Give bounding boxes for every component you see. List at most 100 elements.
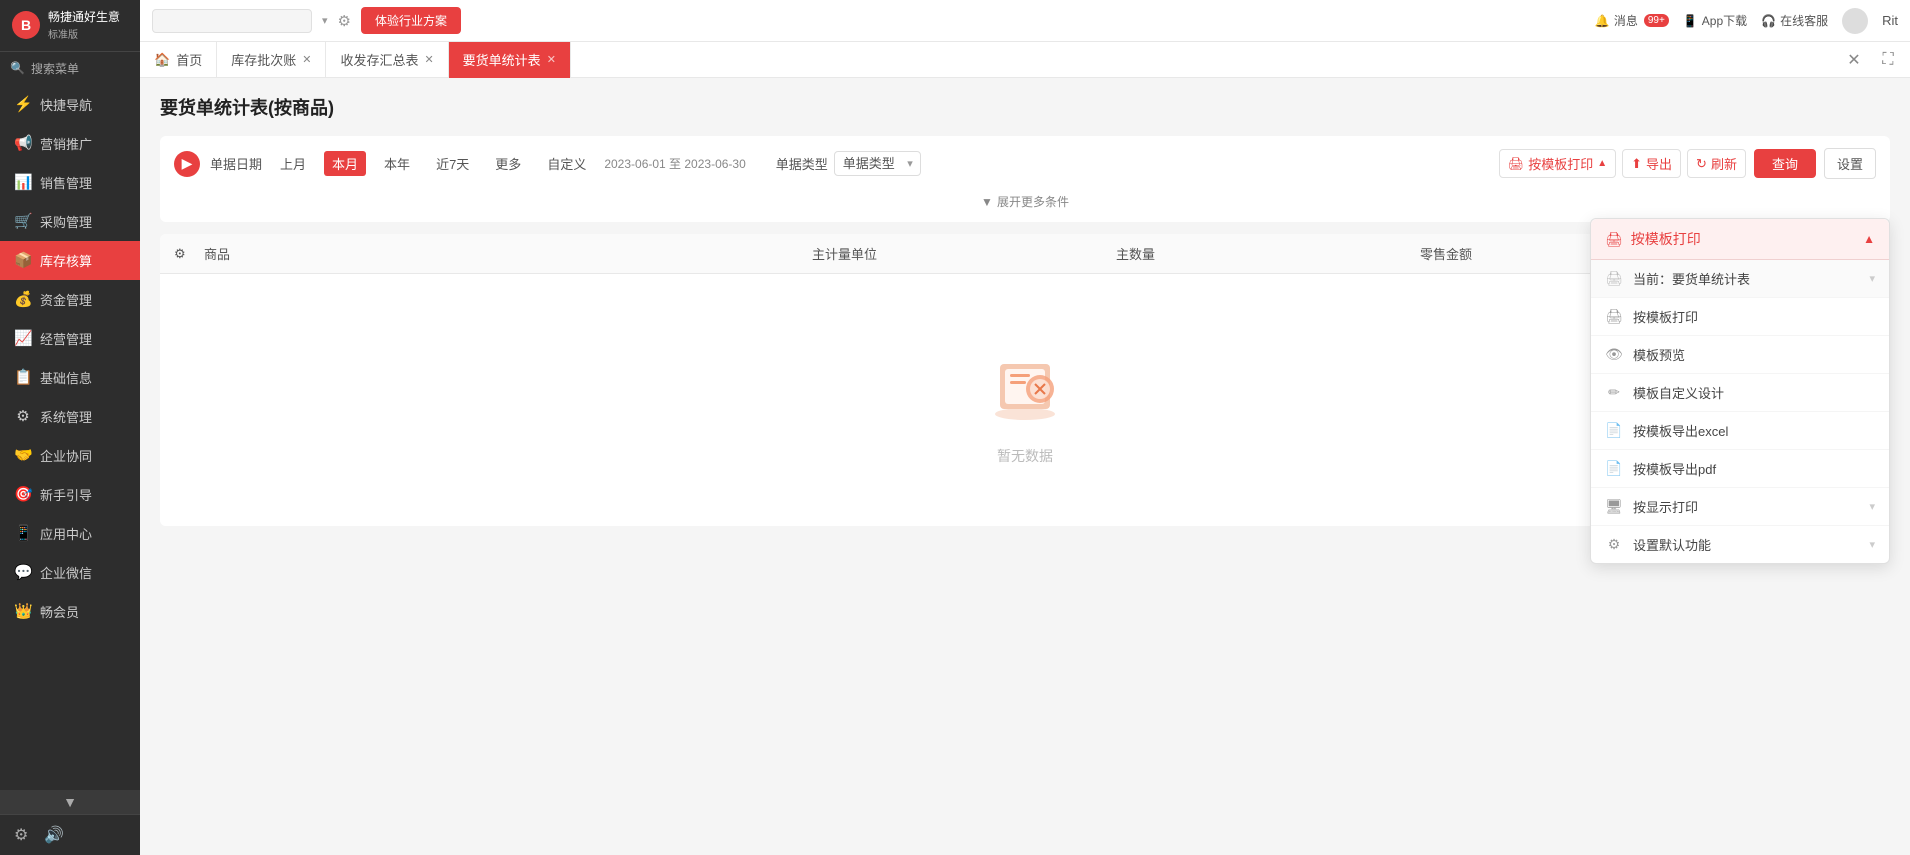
sidebar-item-wechat[interactable]: 💬 企业微信: [0, 553, 140, 592]
sidebar-scroll-down[interactable]: ▼: [0, 790, 140, 814]
export-excel-icon: 📄: [1605, 422, 1623, 439]
print-template-preview-item[interactable]: 👁 模板预览: [1591, 336, 1889, 374]
mobile-icon: 📱: [1683, 14, 1698, 28]
settings-col-icon[interactable]: ⚙: [174, 246, 186, 261]
filter-date-custom[interactable]: 自定义: [539, 151, 594, 176]
refresh-icon: ↻: [1696, 156, 1707, 172]
sidebar-item-label: 畅会员: [40, 602, 79, 621]
sidebar-settings-icon[interactable]: ⚙: [14, 825, 28, 845]
tabs-bar: 🏠 首页 库存批次账 ✕ 收发存汇总表 ✕ 要货单统计表 ✕ ✕ ⛶: [140, 42, 1910, 78]
trial-btn[interactable]: 体验行业方案: [361, 7, 461, 34]
purchase-icon: 🛒: [14, 212, 32, 230]
app-download-btn[interactable]: 📱 App下载: [1683, 12, 1747, 29]
tab-home[interactable]: 🏠 首页: [140, 42, 217, 78]
sidebar-item-finance[interactable]: 💰 资金管理: [0, 280, 140, 319]
sidebar-item-basic[interactable]: 📋 基础信息: [0, 358, 140, 397]
filter-date-7days[interactable]: 近7天: [428, 151, 477, 176]
sidebar-item-newuser[interactable]: 🎯 新手引导: [0, 475, 140, 514]
print-default-settings-item[interactable]: ⚙ 设置默认功能 ▾: [1591, 526, 1889, 563]
sidebar-item-collab[interactable]: 🤝 企业协同: [0, 436, 140, 475]
tab-receipt-close[interactable]: ✕: [424, 53, 433, 66]
print-dropdown-chevron-icon[interactable]: ▲: [1863, 232, 1875, 246]
tabs-close-btn[interactable]: ✕: [1840, 46, 1868, 74]
filter-type-label: 单据类型: [776, 154, 828, 173]
template-preview-label: 模板预览: [1633, 345, 1685, 364]
filter-settings-btn[interactable]: 设置: [1824, 148, 1876, 179]
sales-icon: 📊: [14, 173, 32, 191]
sidebar-search[interactable]: 🔍 搜索菜单: [0, 52, 140, 85]
sidebar-item-system[interactable]: ⚙ 系统管理: [0, 397, 140, 436]
filter-actions: 🖨 按模板打印 ▲ ⬆ 导出 ↻ 刷新 查询 设置: [1499, 148, 1876, 179]
online-service-label: 在线客服: [1780, 12, 1828, 29]
filter-date-current-year[interactable]: 本年: [376, 151, 418, 176]
print-current-item[interactable]: 🖨 当前：要货单统计表 ▾: [1591, 260, 1889, 298]
filter-date-range: 2023-06-01 至 2023-06-30: [604, 155, 745, 172]
sidebar-item-inventory[interactable]: 📦 库存核算: [0, 241, 140, 280]
tab-receipt-label: 收发存汇总表: [340, 50, 418, 69]
sidebar-item-label: 企业微信: [40, 563, 92, 582]
print-template-print-item[interactable]: 🖨 按模板打印: [1591, 298, 1889, 336]
filter-expand-btn[interactable]: ▶: [174, 151, 200, 177]
tab-batch-close[interactable]: ✕: [302, 53, 311, 66]
filter-date-last-month[interactable]: 上月: [272, 151, 314, 176]
tab-receipt[interactable]: 收发存汇总表 ✕: [326, 42, 448, 78]
tab-home-label: 首页: [176, 50, 202, 69]
topbar-search-input[interactable]: [152, 9, 312, 33]
tab-requisition[interactable]: 要货单统计表 ✕: [449, 42, 571, 78]
bell-icon: 🔔: [1595, 14, 1610, 28]
filter-bar: ▶ 单据日期 上月 本月 本年 近7天 更多 自定义 2023-06-01 至 …: [160, 136, 1890, 222]
marketing-icon: 📢: [14, 134, 32, 152]
tab-batch-label: 库存批次账: [231, 50, 296, 69]
print-display-print-item[interactable]: 🖥 按显示打印 ▾: [1591, 488, 1889, 526]
template-custom-label: 模板自定义设计: [1633, 383, 1724, 402]
filter-expand-more-btn[interactable]: ▼ 展开更多条件: [981, 193, 1069, 210]
filter-type-select[interactable]: 单据类型: [834, 151, 921, 176]
avatar[interactable]: [1842, 8, 1868, 34]
print-template-custom-item[interactable]: ✏ 模板自定义设计: [1591, 374, 1889, 412]
content-area: 要货单统计表(按商品) ▶ 单据日期 上月 本月 本年 近7天 更多 自定义 2…: [140, 78, 1910, 855]
collab-icon: 🤝: [14, 446, 32, 464]
col-qty: 主数量: [1116, 244, 1420, 263]
sidebar-item-label: 基础信息: [40, 368, 92, 387]
col-check: ⚙: [174, 246, 204, 262]
print-btn[interactable]: 🖨 按模板打印 ▲: [1499, 149, 1616, 178]
print-export-pdf-item[interactable]: 📄 按模板导出pdf: [1591, 450, 1889, 488]
tab-requisition-label: 要货单统计表: [463, 50, 541, 69]
notifications-btn[interactable]: 🔔 消息 99+: [1595, 12, 1669, 29]
tabs-expand-btn[interactable]: ⛶: [1874, 46, 1902, 74]
sidebar-sound-icon[interactable]: 🔊: [44, 825, 64, 845]
logo-text-wrap: 畅捷通好生意 标准版: [48, 10, 120, 41]
col-unit-label: 主计量单位: [812, 247, 877, 262]
sidebar-item-member[interactable]: 👑 畅会员: [0, 592, 140, 631]
sidebar-item-purchase[interactable]: 🛒 采购管理: [0, 202, 140, 241]
filter-date-current-month[interactable]: 本月: [324, 151, 366, 176]
topbar-search-chevron[interactable]: ▾: [322, 14, 328, 27]
tab-batch[interactable]: 库存批次账 ✕: [217, 42, 326, 78]
sidebar-item-label: 经营管理: [40, 329, 92, 348]
filter-type-wrap: 单据类型 单据类型 ▾: [776, 151, 921, 176]
refresh-btn[interactable]: ↻ 刷新: [1687, 149, 1746, 178]
sidebar: B 畅捷通好生意 标准版 🔍 搜索菜单 ⚡ 快捷导航 📢 营销推广 📊 销售管理…: [0, 0, 140, 855]
sidebar-item-marketing[interactable]: 📢 营销推广: [0, 124, 140, 163]
print-export-excel-item[interactable]: 📄 按模板导出excel: [1591, 412, 1889, 450]
filter-query-btn[interactable]: 查询: [1754, 149, 1816, 178]
col-amount-label: 零售金额: [1420, 247, 1472, 262]
inventory-icon: 📦: [14, 251, 32, 269]
sidebar-item-label: 营销推广: [40, 134, 92, 153]
sidebar-item-appcenter[interactable]: 📱 应用中心: [0, 514, 140, 553]
topbar-settings-icon[interactable]: ⚙: [338, 12, 351, 30]
sidebar-item-shortcut[interactable]: ⚡ 快捷导航: [0, 85, 140, 124]
export-btn[interactable]: ⬆ 导出: [1622, 149, 1681, 178]
sidebar-item-operations[interactable]: 📈 经营管理: [0, 319, 140, 358]
sidebar-item-label: 采购管理: [40, 212, 92, 231]
filter-date-more[interactable]: 更多: [487, 151, 529, 176]
export-icon: ⬆: [1631, 156, 1642, 172]
appcenter-icon: 📱: [14, 524, 32, 542]
topbar-search-wrap: [152, 9, 312, 33]
sidebar-item-sales[interactable]: 📊 销售管理: [0, 163, 140, 202]
online-service-btn[interactable]: 🎧 在线客服: [1761, 12, 1828, 29]
col-qty-label: 主数量: [1116, 247, 1155, 262]
user-name: Rit: [1882, 13, 1898, 28]
wechat-icon: 💬: [14, 563, 32, 581]
tab-requisition-close[interactable]: ✕: [547, 53, 556, 66]
